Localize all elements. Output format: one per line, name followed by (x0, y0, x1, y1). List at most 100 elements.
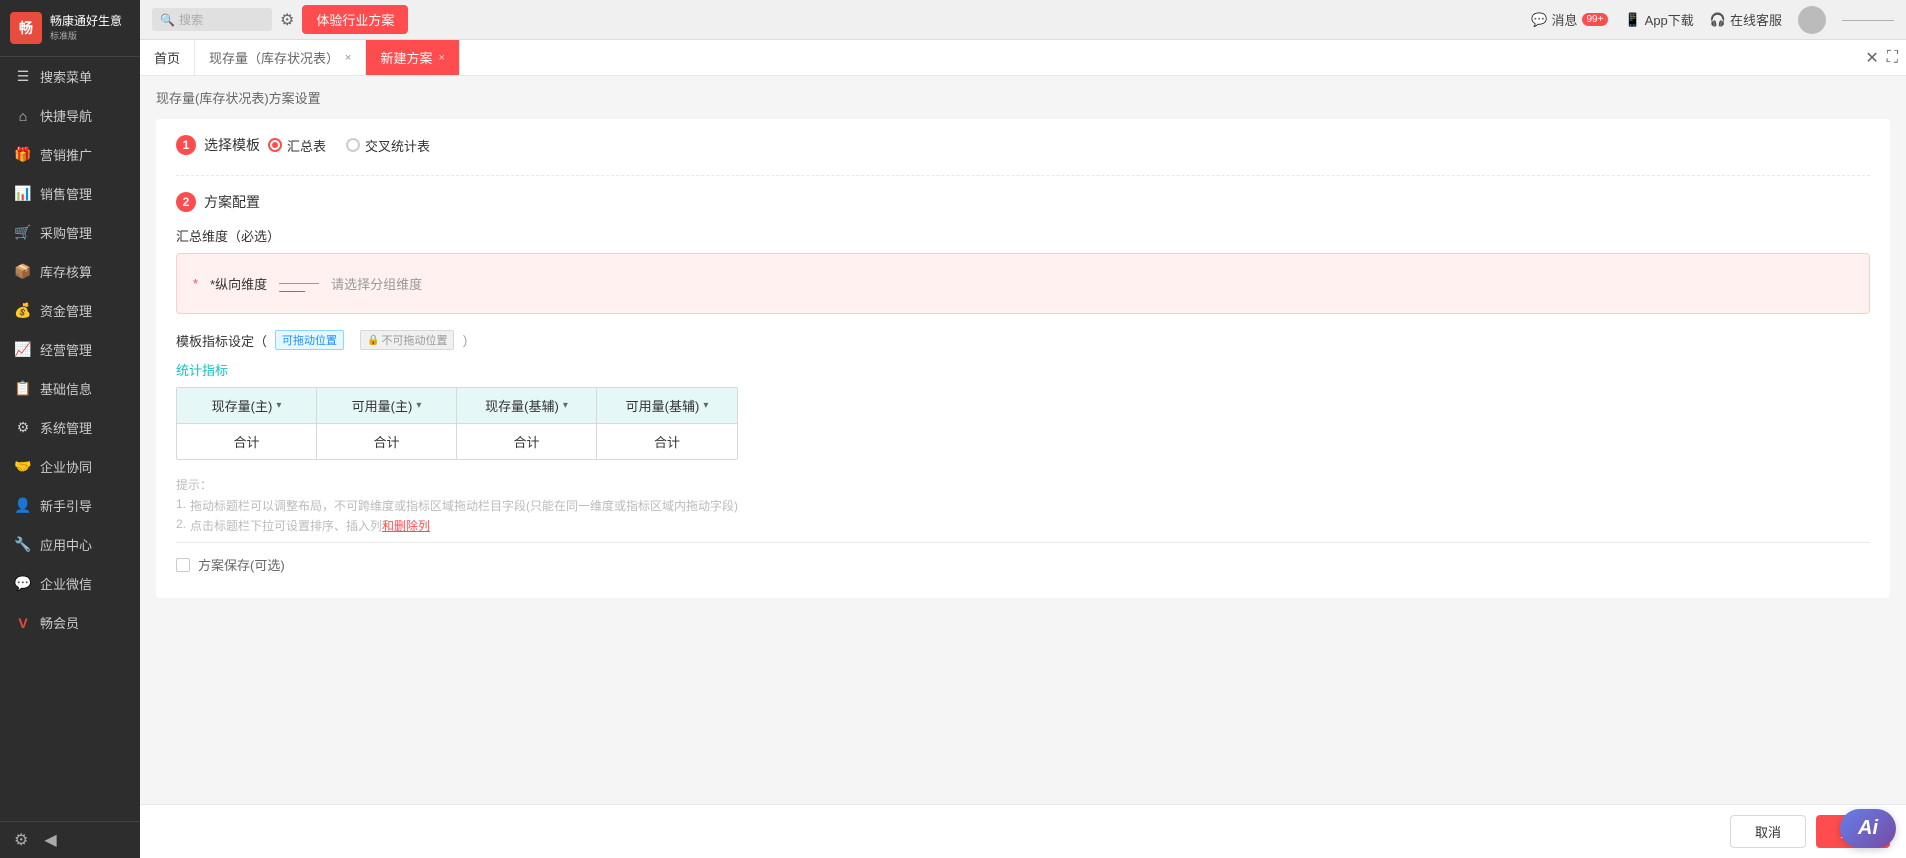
dim-placeholder-text[interactable]: 请选择分组维度 (331, 274, 422, 293)
username: ———— (1842, 12, 1894, 27)
sidebar-item-cooperation[interactable]: 🤝 企业协同 (0, 447, 140, 486)
gift-icon: 🎁 (14, 146, 32, 164)
message-button[interactable]: 💬 消息 99+ (1531, 10, 1608, 29)
sidebar-item-system[interactable]: ⚙ 系统管理 (0, 408, 140, 447)
content-area: 现存量(库存状况表)方案设置 1 选择模板 汇总表 (140, 76, 1906, 804)
tools-icon: 🔧 (14, 536, 32, 554)
dim-vertical-label: *纵向维度 (210, 274, 267, 293)
col0-chevron-icon: ▾ (276, 400, 281, 411)
tabs-bar: 首页 现存量（库存状况表） × 新建方案 × ✕ ⛶ (140, 40, 1906, 76)
avatar[interactable] (1798, 6, 1826, 34)
tips-title: 提示： (176, 476, 1870, 493)
sidebar-item-marketing[interactable]: 🎁 营销推广 (0, 135, 140, 174)
stats-cell-3: 合计 (597, 424, 737, 459)
window-expand-icon[interactable]: ⛶ (1887, 49, 1898, 67)
main-area: 🔍 搜索 ⚙ 体验行业方案 💬 消息 99+ 📱 App下载 🎧 在线客服 ——… (140, 0, 1906, 858)
non-draggable-badge: 🔒 不可拖动位置 (360, 330, 454, 350)
sidebar-item-quicknav[interactable]: ⌂ 快捷导航 (0, 96, 140, 135)
topbar-search[interactable]: 🔍 搜索 (152, 8, 272, 31)
col3-chevron-icon: ▾ (703, 400, 708, 411)
logo-icon: 畅 (10, 12, 42, 44)
headset-icon: 🎧 (1710, 12, 1726, 28)
sidebar-item-operations[interactable]: 📈 经营管理 (0, 330, 140, 369)
sidebar-logo: 畅 畅康通好生意 标准版 (0, 0, 140, 57)
config-card: 1 选择模板 汇总表 交叉统计表 (156, 119, 1890, 598)
section1-title: 选择模板 (204, 135, 260, 155)
wechat-icon: 💬 (14, 575, 32, 593)
topbar-gear-icon[interactable]: ⚙ (280, 10, 294, 30)
stats-col-0[interactable]: 现存量(主) ▾ (177, 388, 317, 423)
sidebar-scroll: ☰ 搜索菜单 ⌂ 快捷导航 🎁 营销推广 📊 销售管理 🛒 采购管理 📦 库存核… (0, 57, 140, 821)
tip-item-1: 2. 点击标题栏下拉可设置排序、插入列和删除列 (176, 517, 1870, 534)
tab-new-plan[interactable]: 新建方案 × (366, 40, 459, 75)
cart-icon: 🛒 (14, 224, 32, 242)
sidebar-item-search[interactable]: ☰ 搜索菜单 (0, 57, 140, 96)
tab-inventory-close-icon[interactable]: × (345, 52, 351, 64)
app-download-button[interactable]: 📱 App下载 (1624, 10, 1693, 29)
logo-text: 畅康通好生意 标准版 (50, 14, 122, 43)
radio-cross-circle (346, 138, 360, 152)
sidebar-item-sales[interactable]: 📊 销售管理 (0, 174, 140, 213)
operations-icon: 📈 (14, 341, 32, 359)
dim-separator-line: —— (279, 283, 319, 284)
gear-icon: ⚙ (14, 419, 32, 437)
page-title: 现存量(库存状况表)方案设置 (156, 88, 1890, 107)
template-section: 1 选择模板 汇总表 交叉统计表 (176, 135, 1870, 155)
delete-col-link2[interactable]: 删除列 (394, 519, 430, 533)
box-icon: 📦 (14, 263, 32, 281)
section1-header: 1 选择模板 汇总表 交叉统计表 (176, 135, 1870, 155)
collapse-icon[interactable]: ◀ (44, 830, 56, 850)
sidebar-item-wechat[interactable]: 💬 企业微信 (0, 564, 140, 603)
save-checkbox-area: 方案保存(可选) (176, 542, 1870, 582)
stats-col-3[interactable]: 可用量(基辅) ▾ (597, 388, 737, 423)
radio-summary-table[interactable]: 汇总表 (268, 136, 326, 155)
lock-icon: 🔒 (367, 335, 379, 346)
sidebar-item-newbie[interactable]: 👤 新手引导 (0, 486, 140, 525)
stats-table: 现存量(主) ▾ 可用量(主) ▾ 现存量(基辅) (176, 387, 738, 460)
draggable-badge: 可拖动位置 (275, 330, 344, 350)
stats-cell-2: 合计 (457, 424, 597, 459)
col1-chevron-icon: ▾ (416, 400, 421, 411)
tab-inventory[interactable]: 现存量（库存状况表） × (195, 40, 366, 75)
settings-bottom-icon[interactable]: ⚙ (14, 830, 28, 850)
section1-num: 1 (176, 135, 196, 155)
indicator-settings: 模板指标设定（ 可拖动位置 🔒 不可拖动位置 ） 统计指标 (176, 330, 1870, 460)
try-industry-button[interactable]: 体验行业方案 (302, 5, 408, 34)
sidebar: 畅 畅康通好生意 标准版 ☰ 搜索菜单 ⌂ 快捷导航 🎁 营销推广 📊 销售管理… (0, 0, 140, 858)
stats-cell-1: 合计 (317, 424, 457, 459)
sidebar-item-basic-info[interactable]: 📋 基础信息 (0, 369, 140, 408)
chart-icon: 📊 (14, 185, 32, 203)
ai-badge[interactable]: Ai (1840, 809, 1896, 848)
search-icon: 🔍 (160, 13, 175, 27)
delete-col-link[interactable]: 和 (382, 519, 394, 533)
sidebar-item-finance[interactable]: 💰 资金管理 (0, 291, 140, 330)
dim-required-star: * (193, 276, 198, 291)
stats-col-1[interactable]: 可用量(主) ▾ (317, 388, 457, 423)
sidebar-item-app-center[interactable]: 🔧 应用中心 (0, 525, 140, 564)
footer-buttons: 取消 查询 (140, 804, 1906, 858)
cancel-button[interactable]: 取消 (1730, 815, 1806, 848)
message-badge: 99+ (1582, 13, 1609, 26)
phone-icon: 📱 (1624, 12, 1640, 28)
stats-label: 统计指标 (176, 360, 1870, 379)
window-controls: ✕ ⛶ (1865, 48, 1906, 68)
sidebar-item-membership[interactable]: V 畅会员 (0, 603, 140, 642)
vip-icon: V (14, 614, 32, 632)
stats-col-2[interactable]: 现存量(基辅) ▾ (457, 388, 597, 423)
stats-section: 统计指标 现存量(主) ▾ 可用量(主) ▾ (176, 360, 1870, 460)
save-checkbox[interactable] (176, 558, 190, 572)
tab-home[interactable]: 首页 (140, 40, 195, 75)
online-service-button[interactable]: 🎧 在线客服 (1710, 10, 1782, 29)
tip-item-0: 1. 拖动标题栏可以调整布局，不可跨维度或指标区域拖动栏目字段(只能在同一维度或… (176, 497, 1870, 514)
sidebar-item-inventory[interactable]: 📦 库存核算 (0, 252, 140, 291)
tab-new-plan-close-icon[interactable]: × (438, 52, 444, 64)
sidebar-bottom: ⚙ ◀ (0, 821, 140, 858)
radio-summary-circle (268, 138, 282, 152)
radio-cross-table[interactable]: 交叉统计表 (346, 136, 430, 155)
tips-section: 提示： 1. 拖动标题栏可以调整布局，不可跨维度或指标区域拖动栏目字段(只能在同… (176, 476, 1870, 534)
info-icon: 📋 (14, 380, 32, 398)
home-icon: ⌂ (14, 107, 32, 125)
window-close-icon[interactable]: ✕ (1865, 48, 1878, 68)
sidebar-item-purchase[interactable]: 🛒 采购管理 (0, 213, 140, 252)
section2-num: 2 (176, 192, 196, 212)
